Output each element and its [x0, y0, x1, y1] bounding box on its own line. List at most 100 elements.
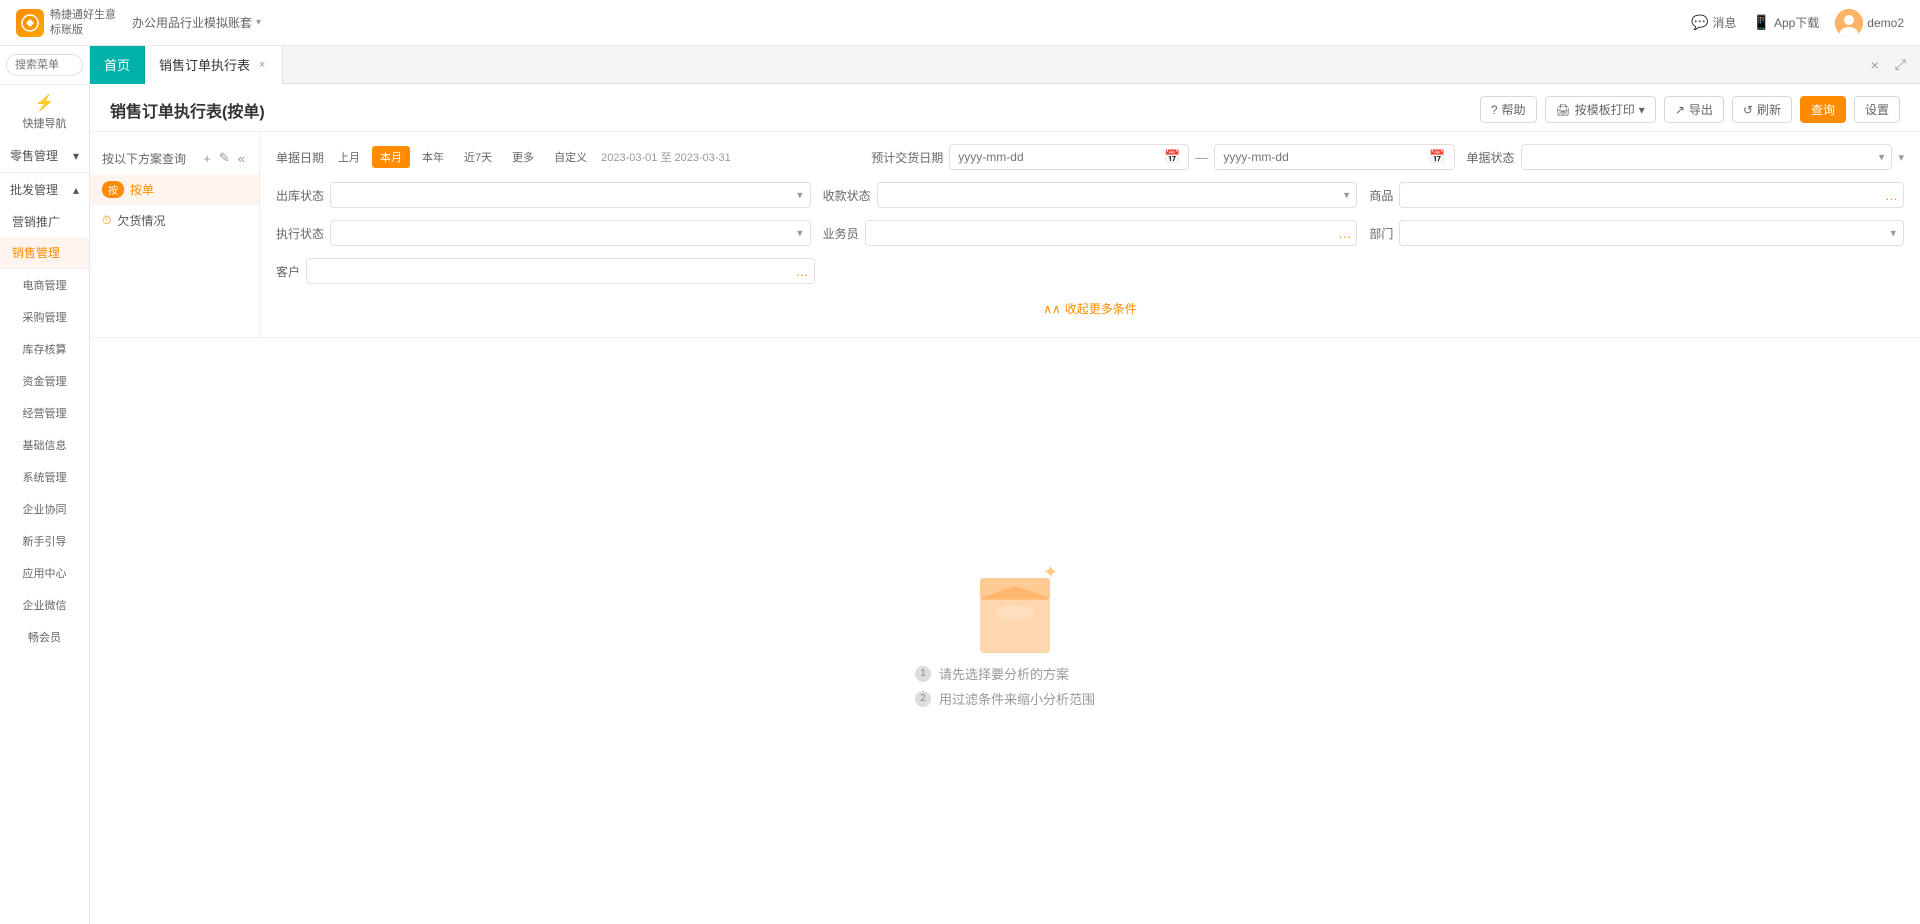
empty-illustration: ✦: [955, 548, 1055, 648]
sidebar-item-system[interactable]: 系统管理: [0, 461, 89, 493]
dept-label: 部门: [1369, 225, 1393, 242]
filter-row-2: 出库状态 收款状态: [276, 182, 1904, 208]
salesperson-dots-btn[interactable]: …: [1338, 226, 1351, 241]
filter-form: 单据日期 上月 本月 本年 近7天 更多 自定义 2023-03-01 至 20…: [260, 132, 1920, 337]
help-btn[interactable]: ? 帮助: [1480, 96, 1537, 123]
search-input[interactable]: [6, 54, 83, 76]
tab-home[interactable]: 首页: [90, 46, 145, 84]
calendar-icon-end[interactable]: 📅: [1429, 149, 1445, 165]
collection-status-select[interactable]: [877, 182, 1358, 208]
collection-status-wrapper: [877, 182, 1358, 208]
date-btn-custom[interactable]: 自定义: [546, 146, 595, 168]
company-selector[interactable]: 办公用品行业模拟账套 ▾: [124, 10, 269, 35]
goods-field: 商品 …: [1369, 182, 1904, 208]
salesperson-field: 业务员 …: [823, 220, 1358, 246]
sidebar-group-wholesale-header[interactable]: 批发管理 ▴: [0, 173, 89, 206]
salesperson-label: 业务员: [823, 225, 859, 242]
collapse-plan-btn[interactable]: «: [236, 149, 247, 168]
out-status-field: 出库状态: [276, 182, 811, 208]
goods-input-wrap: …: [1399, 182, 1904, 208]
single-status-select[interactable]: [1521, 144, 1893, 170]
date-btn-more[interactable]: 更多: [504, 146, 542, 168]
filter-row-1: 单据日期 上月 本月 本年 近7天 更多 自定义 2023-03-01 至 20…: [276, 144, 1904, 170]
user-action[interactable]: demo2: [1835, 9, 1904, 37]
sidebar-item-sales[interactable]: 销售管理: [0, 237, 89, 268]
query-btn[interactable]: 查询: [1800, 96, 1846, 123]
top-header: 畅捷通好生意 标账版 办公用品行业模拟账套 ▾ 💬 消息 📱 App下载 dem…: [0, 0, 1920, 46]
single-status-select-wrapper: [1521, 144, 1893, 170]
collapse-more-btn[interactable]: ∧∧ 收起更多条件: [276, 296, 1904, 325]
expected-date-label: 预计交货日期: [871, 149, 943, 166]
app-download-action[interactable]: 📱 App下载: [1753, 14, 1820, 31]
sidebar-item-quicknav[interactable]: ⚡ 快捷导航: [0, 85, 89, 139]
date-btn-this-month[interactable]: 本月: [372, 146, 410, 168]
filter-sidebar: 按以下方案查询 + ✎ « 按 按单 ⏱ 欠货情况: [90, 132, 260, 337]
clock-icon: ⏱: [102, 213, 111, 228]
date-btn-this-year[interactable]: 本年: [414, 146, 452, 168]
logo-area: 畅捷通好生意 标账版: [16, 8, 116, 37]
customer-label: 客户: [276, 263, 300, 280]
sidebar-item-appstore[interactable]: 应用中心: [0, 557, 89, 589]
sidebar-item-member[interactable]: 畅会员: [0, 621, 89, 653]
edit-plan-btn[interactable]: ✎: [217, 148, 232, 168]
sidebar-item-ecommerce[interactable]: 电商管理: [0, 269, 89, 301]
right-section: 首页 销售订单执行表 × × ⤢ 销售订单执行表(按单) ? 帮助: [90, 46, 1920, 924]
message-icon: 💬: [1691, 14, 1708, 31]
sidebar-group-retail-header[interactable]: 零售管理 ▾: [0, 139, 89, 172]
refresh-btn[interactable]: ↺ 刷新: [1732, 96, 1792, 123]
filter-plan-single[interactable]: 按 按单: [90, 174, 259, 205]
add-plan-btn[interactable]: +: [201, 149, 213, 168]
exec-status-select[interactable]: [330, 220, 811, 246]
empty-state: ✦ 1 请先选择要分析的方案 2 用过滤条件来缩小分析范围: [90, 338, 1920, 924]
page-actions: ? 帮助 🖨 按模板打印 ▾ ↗ 导出 ↺ 刷新: [1480, 96, 1900, 123]
tab-sales-order[interactable]: 销售订单执行表 ×: [145, 46, 283, 84]
sidebar-item-purchase[interactable]: 采购管理: [0, 301, 89, 333]
filter-sidebar-header: 按以下方案查询 + ✎ «: [90, 142, 259, 174]
salesperson-input[interactable]: [865, 220, 1358, 246]
customer-input[interactable]: [306, 258, 815, 284]
calendar-icon-start[interactable]: 📅: [1164, 149, 1180, 165]
empty-hint-2: 2 用过滤条件来缩小分析范围: [915, 689, 1095, 708]
window-close-btn[interactable]: ×: [1867, 55, 1883, 75]
page-header: 销售订单执行表(按单) ? 帮助 🖨 按模板打印 ▾ ↗ 导出: [90, 84, 1920, 132]
filter-plan-shortage[interactable]: ⏱ 欠货情况: [90, 205, 259, 236]
active-tab-label: 销售订单执行表: [159, 55, 250, 74]
sidebar-item-operations[interactable]: 经营管理: [0, 397, 89, 429]
tab-close-icon[interactable]: ×: [256, 58, 268, 72]
expand-icon: ▾: [73, 149, 79, 163]
filter-row-4: 客户 …: [276, 258, 1904, 284]
template-print-btn[interactable]: 🖨 按模板打印 ▾: [1545, 96, 1656, 123]
sidebar-item-inventory[interactable]: 库存核算: [0, 333, 89, 365]
sidebar-item-wechat[interactable]: 企业微信: [0, 589, 89, 621]
content-area: 销售订单执行表(按单) ? 帮助 🖨 按模板打印 ▾ ↗ 导出: [90, 84, 1920, 924]
dept-field: 部门: [1369, 220, 1904, 246]
goods-input[interactable]: [1399, 182, 1904, 208]
page-title: 销售订单执行表(按单): [110, 98, 265, 122]
expected-date-start[interactable]: [958, 150, 1160, 164]
sidebar-item-enterprise[interactable]: 企业协同: [0, 493, 89, 525]
tab-bar: 首页 销售订单执行表 × × ⤢: [90, 46, 1920, 84]
sidebar-group-wholesale: 批发管理 ▴ 营销推广 销售管理: [0, 173, 89, 269]
sidebar-item-newbie[interactable]: 新手引导: [0, 525, 89, 557]
date-btn-last-month[interactable]: 上月: [330, 146, 368, 168]
print-icon: 🖨: [1556, 103, 1571, 117]
expected-date-end[interactable]: [1223, 150, 1425, 164]
refresh-icon: ↺: [1743, 103, 1753, 117]
single-status-dropdown-icon[interactable]: ▾: [1898, 151, 1904, 164]
sidebar-search-area: [0, 46, 89, 85]
message-action[interactable]: 💬 消息: [1691, 14, 1736, 31]
customer-dots-btn[interactable]: …: [796, 264, 809, 279]
sidebar-item-marketing[interactable]: 营销推广: [0, 206, 89, 237]
empty-hints: 1 请先选择要分析的方案 2 用过滤条件来缩小分析范围: [915, 664, 1095, 714]
sidebar-item-finance[interactable]: 资金管理: [0, 365, 89, 397]
company-name: 办公用品行业模拟账套: [132, 14, 252, 31]
sidebar-item-basic[interactable]: 基础信息: [0, 429, 89, 461]
export-btn[interactable]: ↗ 导出: [1664, 96, 1724, 123]
out-status-select[interactable]: [330, 182, 811, 208]
goods-dots-btn[interactable]: …: [1885, 188, 1898, 203]
dept-select[interactable]: [1399, 220, 1904, 246]
avatar: [1835, 9, 1863, 37]
date-btn-last-7-days[interactable]: 近7天: [456, 146, 500, 168]
settings-btn[interactable]: 设置: [1854, 96, 1900, 123]
window-maximize-btn[interactable]: ⤢: [1891, 54, 1910, 75]
